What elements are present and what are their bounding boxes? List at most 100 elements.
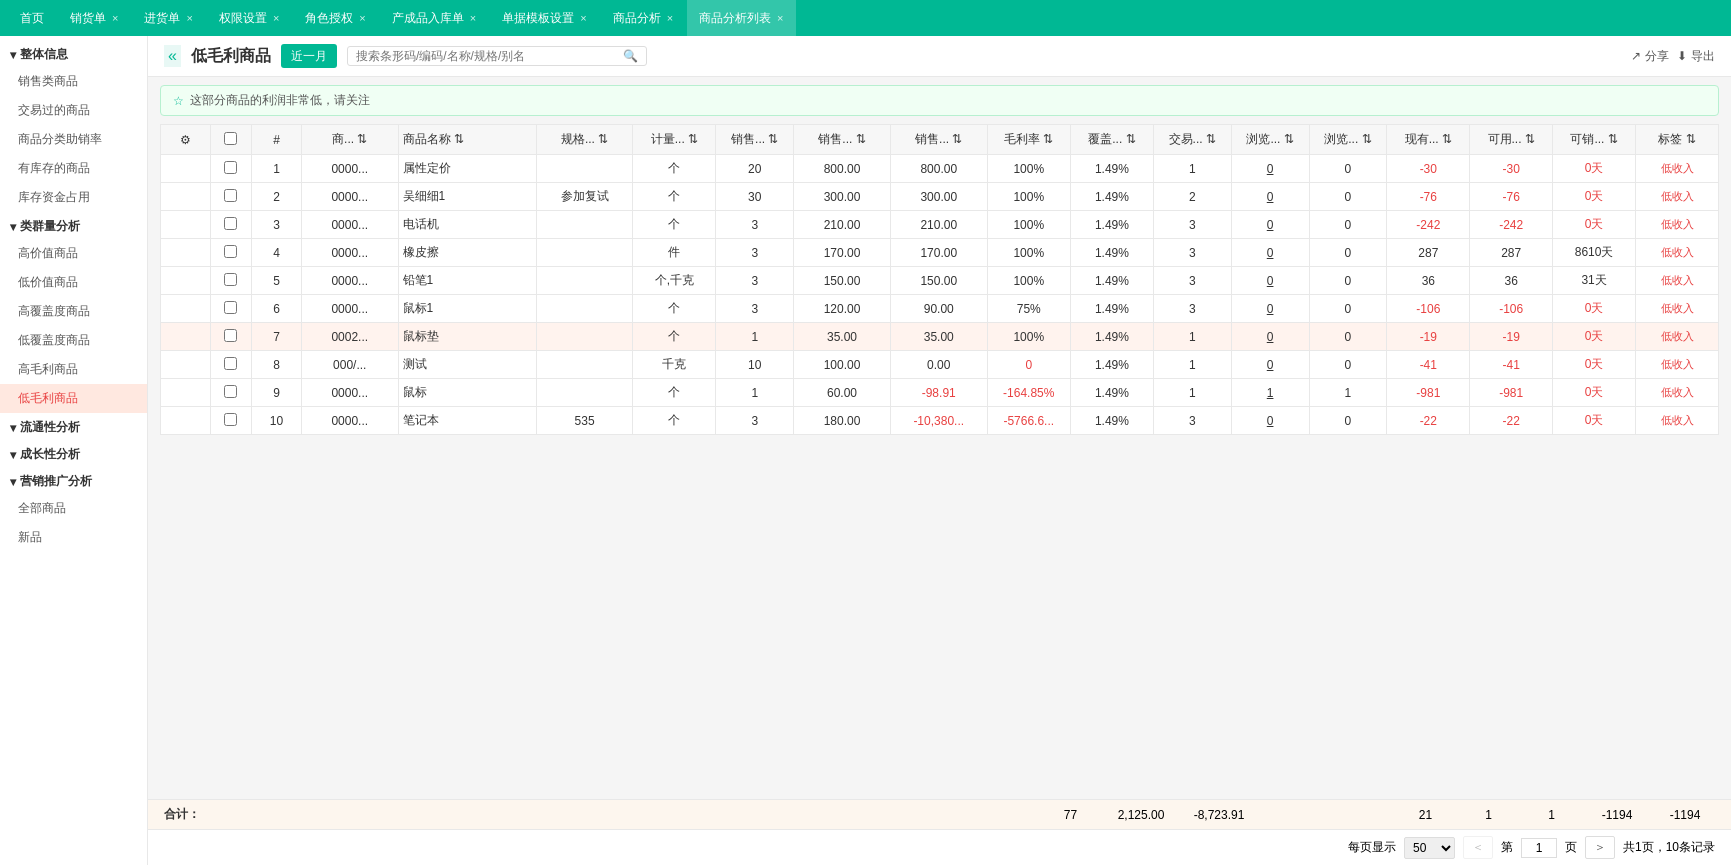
- sidebar-group-marketing[interactable]: ▾ 营销推广分析: [0, 467, 147, 494]
- nav-product-analysis-list[interactable]: 商品分析列表 ×: [687, 0, 795, 36]
- page-number-input[interactable]: [1521, 838, 1557, 858]
- row-checkbox-4[interactable]: [224, 273, 237, 286]
- row-view1-1[interactable]: 0: [1231, 183, 1309, 211]
- nav-product-analysis[interactable]: 商品分析 ×: [601, 0, 685, 36]
- row-tag-9: 低收入: [1636, 407, 1719, 435]
- col-spec[interactable]: 规格... ⇅: [536, 125, 633, 155]
- row-check-3[interactable]: [210, 239, 251, 267]
- sidebar-item-all-goods[interactable]: 全部商品: [0, 494, 147, 523]
- row-check-7[interactable]: [210, 351, 251, 379]
- row-settings-9: [161, 407, 211, 435]
- sidebar-item-high-margin[interactable]: 高毛利商品: [0, 355, 147, 384]
- row-check-6[interactable]: [210, 323, 251, 351]
- row-check-2[interactable]: [210, 211, 251, 239]
- nav-permissions-close[interactable]: ×: [273, 12, 279, 24]
- col-sale-qty[interactable]: 销售... ⇅: [716, 125, 794, 155]
- col-sale-price[interactable]: 销售... ⇅: [794, 125, 891, 155]
- row-checkbox-3[interactable]: [224, 245, 237, 258]
- row-check-5[interactable]: [210, 295, 251, 323]
- sidebar-item-high-cover[interactable]: 高覆盖度商品: [0, 297, 147, 326]
- nav-product-analysis-list-close[interactable]: ×: [777, 12, 783, 24]
- col-settings[interactable]: ⚙: [161, 125, 211, 155]
- row-checkbox-1[interactable]: [224, 189, 237, 202]
- sidebar-group-cluster[interactable]: ▾ 类群量分析: [0, 212, 147, 239]
- sidebar-collapse-btn[interactable]: «: [164, 45, 181, 67]
- search-input[interactable]: [356, 49, 623, 63]
- col-cur-stock[interactable]: 现有... ⇅: [1387, 125, 1470, 155]
- export-button[interactable]: ⬇ 导出: [1677, 48, 1715, 65]
- col-trade[interactable]: 交易... ⇅: [1153, 125, 1231, 155]
- row-view1-6[interactable]: 0: [1231, 323, 1309, 351]
- nav-permissions[interactable]: 权限设置 ×: [207, 0, 291, 36]
- nav-template-close[interactable]: ×: [580, 12, 586, 24]
- row-view1-8[interactable]: 1: [1231, 379, 1309, 407]
- col-name[interactable]: 商品名称 ⇅: [398, 125, 536, 155]
- row-view1-5[interactable]: 0: [1231, 295, 1309, 323]
- sidebar-group-general[interactable]: ▾ 整体信息: [0, 40, 147, 67]
- row-cover-8: 1.49%: [1070, 379, 1153, 407]
- row-check-0[interactable]: [210, 155, 251, 183]
- col-gross-rate[interactable]: 毛利率 ⇅: [987, 125, 1070, 155]
- col-check-all[interactable]: [210, 125, 251, 155]
- row-code-9: 0000...: [301, 407, 398, 435]
- nav-sales-close[interactable]: ×: [112, 12, 118, 24]
- share-button[interactable]: ↗ 分享: [1631, 48, 1669, 65]
- row-checkbox-2[interactable]: [224, 217, 237, 230]
- sidebar-item-high-value[interactable]: 高价值商品: [0, 239, 147, 268]
- prev-page-btn[interactable]: ＜: [1463, 836, 1493, 859]
- nav-home[interactable]: 首页: [8, 0, 56, 36]
- col-view2[interactable]: 浏览... ⇅: [1309, 125, 1387, 155]
- nav-roles-close[interactable]: ×: [359, 12, 365, 24]
- row-checkbox-7[interactable]: [224, 357, 237, 370]
- per-page-select[interactable]: 50 100 200: [1404, 837, 1455, 859]
- period-button[interactable]: 近一月: [281, 44, 337, 68]
- col-cover[interactable]: 覆盖... ⇅: [1070, 125, 1153, 155]
- nav-products-inbound[interactable]: 产成品入库单 ×: [380, 0, 488, 36]
- row-checkbox-9[interactable]: [224, 413, 237, 426]
- col-sellable[interactable]: 可销... ⇅: [1553, 125, 1636, 155]
- nav-product-analysis-close[interactable]: ×: [667, 12, 673, 24]
- search-icon[interactable]: 🔍: [623, 49, 638, 63]
- sidebar-group-liquidity[interactable]: ▾ 流通性分析: [0, 413, 147, 440]
- sidebar-item-new-goods[interactable]: 新品: [0, 523, 147, 552]
- sidebar-item-low-margin[interactable]: 低毛利商品: [0, 384, 147, 413]
- sidebar-item-sales-goods[interactable]: 销售类商品: [0, 67, 147, 96]
- nav-purchase-close[interactable]: ×: [186, 12, 192, 24]
- sidebar-item-capital[interactable]: 库存资金占用: [0, 183, 147, 212]
- check-all-checkbox[interactable]: [224, 132, 237, 145]
- row-check-1[interactable]: [210, 183, 251, 211]
- nav-roles[interactable]: 角色授权 ×: [293, 0, 377, 36]
- row-name-3: 橡皮擦: [398, 239, 536, 267]
- col-tag[interactable]: 标签 ⇅: [1636, 125, 1719, 155]
- row-checkbox-6[interactable]: [224, 329, 237, 342]
- nav-purchase[interactable]: 进货单 ×: [132, 0, 204, 36]
- sidebar-item-low-value[interactable]: 低价值商品: [0, 268, 147, 297]
- row-check-8[interactable]: [210, 379, 251, 407]
- row-view1-2[interactable]: 0: [1231, 211, 1309, 239]
- row-view1-4[interactable]: 0: [1231, 267, 1309, 295]
- row-check-4[interactable]: [210, 267, 251, 295]
- row-view1-7[interactable]: 0: [1231, 351, 1309, 379]
- col-avail[interactable]: 可用... ⇅: [1470, 125, 1553, 155]
- row-check-9[interactable]: [210, 407, 251, 435]
- sidebar-item-in-stock[interactable]: 有库存的商品: [0, 154, 147, 183]
- row-view1-9[interactable]: 0: [1231, 407, 1309, 435]
- sidebar-item-low-cover[interactable]: 低覆盖度商品: [0, 326, 147, 355]
- sidebar-item-traded-goods[interactable]: 交易过的商品: [0, 96, 147, 125]
- nav-products-inbound-close[interactable]: ×: [470, 12, 476, 24]
- nav-template[interactable]: 单据模板设置 ×: [490, 0, 598, 36]
- sidebar-item-category-assist[interactable]: 商品分类助销率: [0, 125, 147, 154]
- row-checkbox-8[interactable]: [224, 385, 237, 398]
- col-code[interactable]: 商... ⇅: [301, 125, 398, 155]
- row-view1-3[interactable]: 0: [1231, 239, 1309, 267]
- row-spec-1: 参加复试: [536, 183, 633, 211]
- col-unit[interactable]: 计量... ⇅: [633, 125, 716, 155]
- col-view1[interactable]: 浏览... ⇅: [1231, 125, 1309, 155]
- col-sale-amt[interactable]: 销售... ⇅: [890, 125, 987, 155]
- row-checkbox-5[interactable]: [224, 301, 237, 314]
- nav-sales[interactable]: 销货单 ×: [58, 0, 130, 36]
- row-view1-0[interactable]: 0: [1231, 155, 1309, 183]
- sidebar-group-growth[interactable]: ▾ 成长性分析: [0, 440, 147, 467]
- next-page-btn[interactable]: ＞: [1585, 836, 1615, 859]
- row-checkbox-0[interactable]: [224, 161, 237, 174]
